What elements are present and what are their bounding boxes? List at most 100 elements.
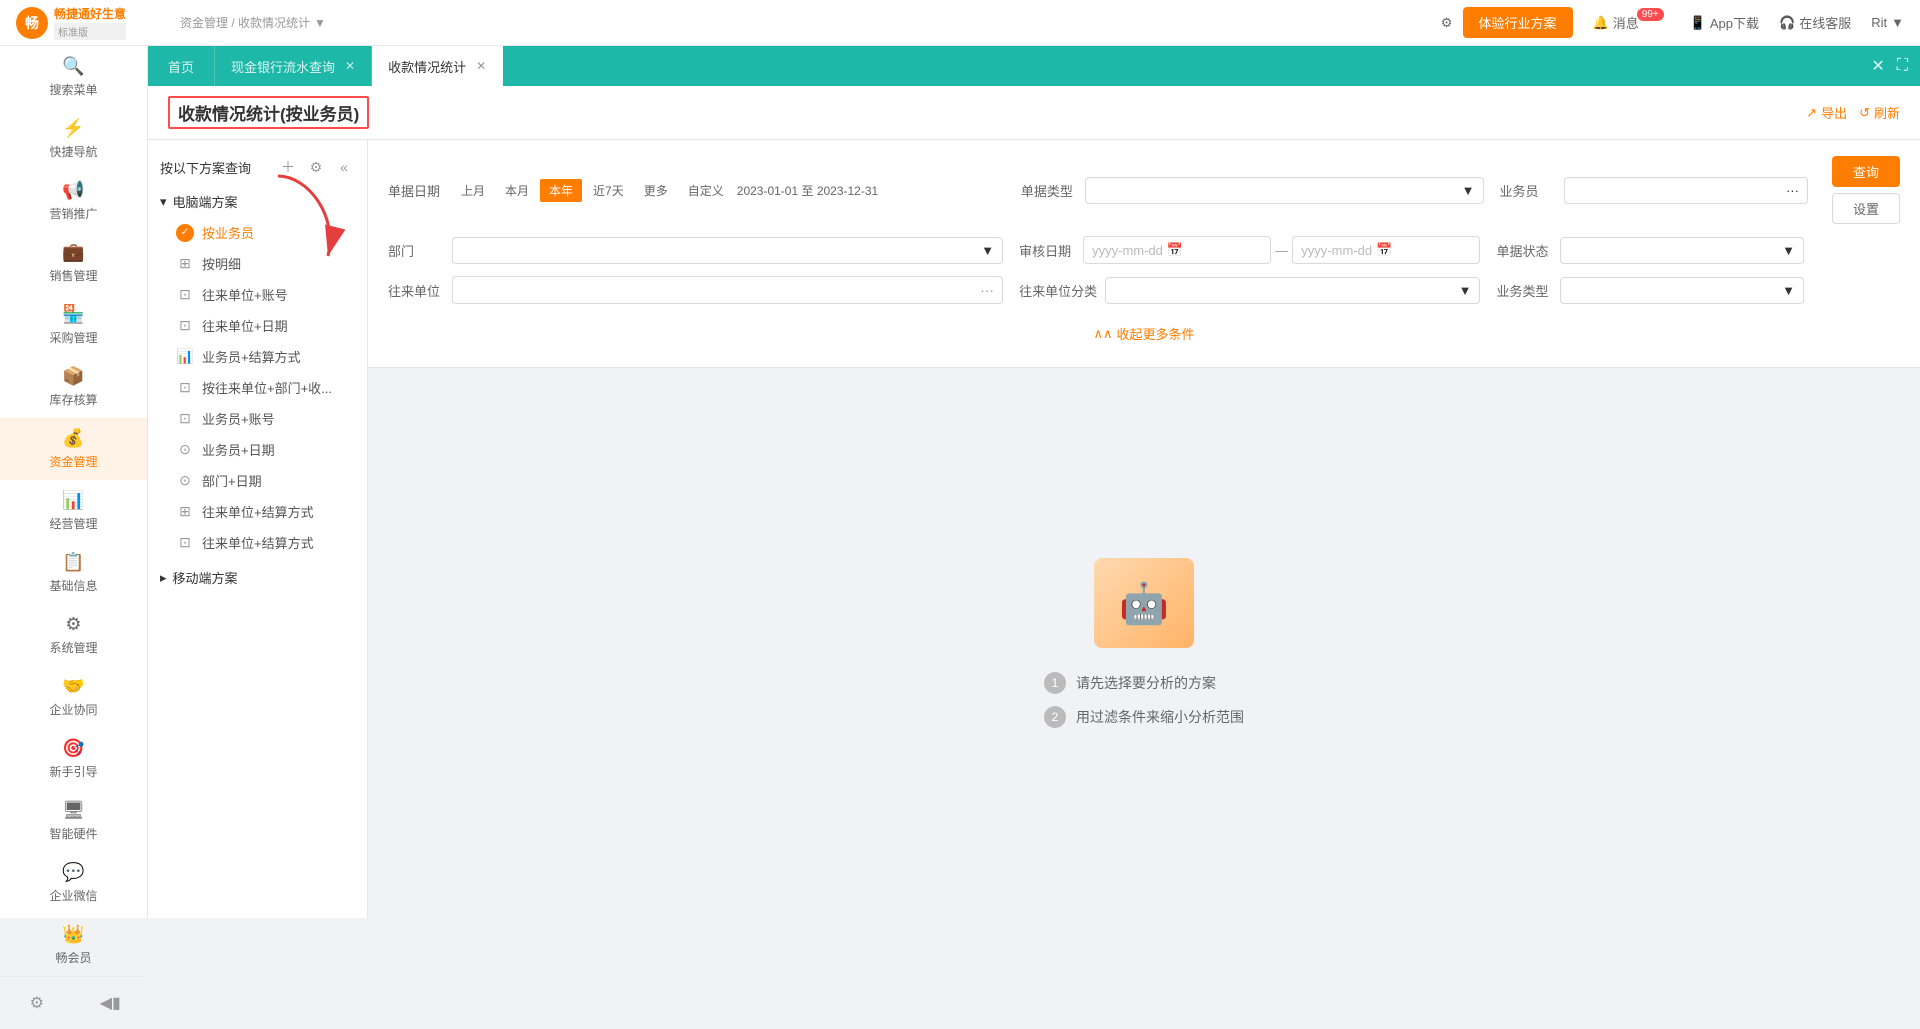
scheme-item-ss-label: 业务员+结算方式 — [202, 347, 301, 366]
scheme-item-counterpart-account[interactable]: ⊡ 往来单位+账号 — [148, 279, 367, 310]
sidebar-item-operations[interactable]: 📊 经营管理 — [0, 480, 147, 542]
scheme-item-by-salesperson[interactable]: ✓ 按业务员 — [148, 217, 367, 248]
chevron-down-icon: ▾ — [160, 194, 167, 210]
counterpart-select[interactable]: ··· — [452, 276, 1003, 304]
tab-receipts-label: 收款情况统计 — [388, 57, 466, 76]
sidebar-operations-label: 经营管理 — [49, 515, 97, 532]
tab-home[interactable]: 首页 — [148, 46, 215, 86]
hint-num-2: 2 — [1044, 706, 1066, 728]
sidebar-item-purchase[interactable]: 🏪 采购管理 — [0, 294, 147, 356]
system-icon: ⚙ — [65, 614, 81, 635]
user-avatar[interactable]: Rit ▼ — [1871, 15, 1904, 30]
scheme-item-counterpart-settlement2[interactable]: ⊡ 往来单位+结算方式 — [148, 527, 367, 558]
doc-status-label: 单据状态 — [1496, 241, 1552, 260]
category-select[interactable]: ▼ — [1085, 177, 1484, 204]
member-icon: 👑 — [62, 924, 84, 945]
counterpart-more-icon[interactable]: ··· — [980, 282, 994, 298]
sidebar-item-hardware[interactable]: 🖥 智能硬件 — [0, 790, 147, 852]
filter-row-1: 单据日期 上月 本月 本年 近7天 更多 自定义 20 — [388, 156, 1900, 224]
date-tab-this-year[interactable]: 本年 — [540, 179, 582, 202]
tab-close-all-icon[interactable]: ✕ — [1871, 56, 1884, 76]
sidebar-quicknav-label: 快捷导航 — [49, 143, 97, 160]
collapse-panel-icon[interactable]: « — [333, 156, 355, 178]
try-industry-button[interactable]: 体验行业方案 — [1463, 7, 1573, 38]
app-download-label: App下载 — [1710, 13, 1759, 32]
sidebar-item-inventory[interactable]: 📦 库存核算 — [0, 356, 147, 418]
scheme-item-counterpart-date[interactable]: ⊡ 往来单位+日期 — [148, 310, 367, 341]
dept-select[interactable]: ▼ — [452, 237, 1003, 264]
scheme-group-pc: ▾ 电脑端方案 ✓ 按业务员 ⊞ 按明细 ⊡ 往来单位+账号 — [148, 186, 367, 558]
scheme-item-sa-label: 业务员+账号 — [202, 409, 275, 428]
user-chevron: ▼ — [1891, 15, 1904, 30]
review-date-from-input[interactable]: yyyy-mm-dd 📅 — [1083, 236, 1271, 264]
sidebar-item-collab[interactable]: 🤝 企业协同 — [0, 666, 147, 728]
main-content: 首页 现金银行流水查询 ✕ 收款情况统计 ✕ ✕ ⛶ 收款情况统计(按业务员) … — [148, 46, 1920, 918]
sidebar-settings-btn[interactable]: ⚙ — [19, 985, 55, 1021]
sidebar-item-basics[interactable]: 📋 基础信息 — [0, 542, 147, 604]
sidebar-item-system[interactable]: ⚙ 系统管理 — [0, 604, 147, 666]
sidebar-item-finance[interactable]: 💰 资金管理 — [0, 418, 147, 480]
date-tabs: 上月 本月 本年 近7天 更多 自定义 — [452, 179, 733, 202]
finance-icon: 💰 — [62, 428, 84, 449]
scheme-item-counterpart-dept[interactable]: ⊡ 按往来单位+部门+收... — [148, 372, 367, 403]
collapse-more-btn[interactable]: ∧∧ 收起更多条件 — [388, 316, 1900, 351]
scheme-item-counterpart-settlement1[interactable]: ⊞ 往来单位+结算方式 — [148, 496, 367, 527]
sidebar-item-wechat[interactable]: 💬 企业微信 — [0, 852, 147, 914]
counterpart-date-icon: ⊡ — [176, 317, 194, 335]
right-panel: 单据日期 上月 本月 本年 近7天 更多 自定义 20 — [368, 140, 1920, 918]
sidebar-item-quicknav[interactable]: ⚡ 快捷导航 — [0, 108, 147, 170]
sidebar-item-member[interactable]: 👑 畅会员 — [0, 914, 147, 976]
panel-header: 按以下方案查询 ＋ ⚙ « — [148, 152, 367, 186]
date-tab-last-month[interactable]: 上月 — [452, 179, 494, 202]
salesperson-more-icon[interactable]: ··· — [1786, 183, 1799, 198]
empty-hint-1: 1 请先选择要分析的方案 — [1044, 672, 1244, 694]
query-button[interactable]: 查询 — [1832, 156, 1900, 187]
hint-text-2: 用过滤条件来缩小分析范围 — [1076, 707, 1244, 727]
scheme-group-pc-header[interactable]: ▾ 电脑端方案 — [148, 186, 367, 217]
messages-button[interactable]: 🔔 消息 99+ — [1593, 13, 1670, 32]
add-scheme-icon[interactable]: ＋ — [277, 156, 299, 178]
page-header: 收款情况统计(按业务员) ↗ 导出 ↺ 刷新 — [148, 86, 1920, 140]
tab-cashflow-close[interactable]: ✕ — [345, 59, 355, 73]
business-type-select[interactable]: ▼ — [1560, 277, 1804, 304]
refresh-button[interactable]: ↺ 刷新 — [1859, 103, 1900, 122]
scheme-item-salesperson-date[interactable]: ⊙ 业务员+日期 — [148, 434, 367, 465]
settings-button[interactable]: 设置 — [1832, 193, 1900, 224]
counterpart-category-select[interactable]: ▼ — [1105, 277, 1480, 304]
sidebar-system-label: 系统管理 — [49, 639, 97, 656]
scheme-item-dept-date[interactable]: ⊙ 部门+日期 — [148, 465, 367, 496]
scheme-item-by-detail[interactable]: ⊞ 按明细 — [148, 248, 367, 279]
tab-receipts[interactable]: 收款情况统计 ✕ — [372, 46, 503, 86]
scheme-group-mobile-header[interactable]: ▸ 移动端方案 — [148, 562, 367, 593]
salesperson-select[interactable]: ··· — [1564, 177, 1808, 204]
sidebar-hardware-label: 智能硬件 — [49, 825, 97, 842]
scheme-item-salesperson-account[interactable]: ⊡ 业务员+账号 — [148, 403, 367, 434]
left-panel: 按以下方案查询 ＋ ⚙ « — [148, 140, 368, 918]
app-download-button[interactable]: 📱 App下载 — [1690, 13, 1759, 32]
hardware-icon: 🖥 — [62, 800, 85, 821]
scheme-settings-icon[interactable]: ⚙ — [305, 156, 327, 178]
review-date-to-input[interactable]: yyyy-mm-dd 📅 — [1292, 236, 1480, 264]
dept-label: 部门 — [388, 241, 444, 260]
settings-icon[interactable]: ⚙ — [1431, 7, 1463, 39]
scheme-item-cs2-label: 往来单位+结算方式 — [202, 533, 314, 552]
date-separator: — — [1275, 243, 1288, 258]
tab-expand-icon[interactable]: ⛶ — [1897, 57, 1908, 75]
scheme-item-salesperson-settlement[interactable]: 📊 业务员+结算方式 — [148, 341, 367, 372]
date-tab-this-month[interactable]: 本月 — [496, 179, 538, 202]
date-tab-custom[interactable]: 自定义 — [679, 179, 733, 202]
date-tab-7days[interactable]: 近7天 — [584, 179, 633, 202]
sidebar-item-search[interactable]: 🔍 搜索菜单 — [0, 46, 147, 108]
sidebar-collapse-btn[interactable]: ◀▮ — [92, 985, 128, 1021]
sidebar-item-newbie[interactable]: 🎯 新手引导 — [0, 728, 147, 790]
sidebar-item-sales[interactable]: 💼 销售管理 — [0, 232, 147, 294]
online-service-button[interactable]: 🎧 在线客服 — [1779, 13, 1851, 32]
sidebar-item-marketing[interactable]: 📢 营销推广 — [0, 170, 147, 232]
tab-receipts-close[interactable]: ✕ — [476, 59, 486, 73]
tab-cashflow[interactable]: 现金银行流水查询 ✕ — [215, 46, 372, 86]
dept-chevron-icon: ▼ — [981, 243, 994, 258]
export-button[interactable]: ↗ 导出 — [1806, 103, 1847, 122]
date-tab-more[interactable]: 更多 — [635, 179, 677, 202]
breadcrumb: 资金管理 / 收款情况统计 ▼ — [164, 14, 1431, 31]
doc-status-select[interactable]: ▼ — [1560, 237, 1804, 264]
